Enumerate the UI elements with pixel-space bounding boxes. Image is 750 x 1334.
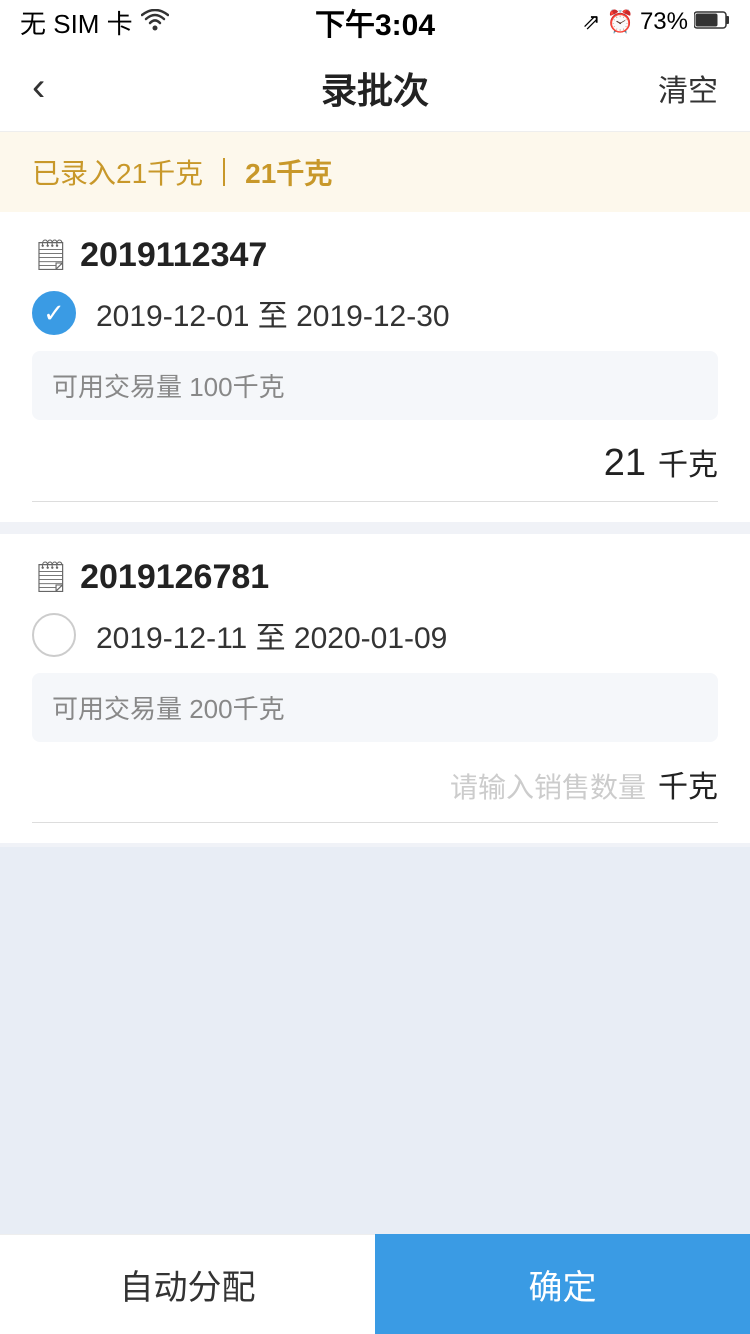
batch-2-date-row[interactable]: 2019-12-11 至 2020-01-09 (32, 613, 718, 657)
batch-1-quantity-row: 21 千克 (0, 420, 750, 485)
batch-2-radio[interactable] (32, 613, 76, 657)
batch-2-date: 2019-12-11 至 2020-01-09 (96, 613, 447, 657)
page-title: 录批次 (321, 62, 429, 114)
status-right: ⇗ ⏰ 73% (582, 8, 730, 36)
back-button[interactable]: ‹ (32, 65, 92, 110)
info-banner: 已录入21千克 21千克 (0, 132, 750, 212)
batch-1-id-row: 🗒 2019112347 (32, 236, 718, 275)
batch-2-icon: 🗒 (32, 560, 70, 595)
batch-2-available: 可用交易量 200千克 (32, 673, 718, 742)
alarm-icon: ⏰ (607, 9, 634, 35)
main-content: 🗒 2019112347 ✓ 2019-12-01 至 2019-12-30 可… (0, 212, 750, 1314)
batch-2-unit: 千克 (658, 762, 718, 806)
auto-distribute-button[interactable]: 自动分配 (0, 1234, 375, 1334)
batch-2-content: 🗒 2019126781 2019-12-11 至 2020-01-09 可用交… (0, 534, 750, 742)
batch-2-bottom-padding (0, 823, 750, 843)
info-divider (223, 158, 225, 186)
batch-1-content: 🗒 2019112347 ✓ 2019-12-01 至 2019-12-30 可… (0, 212, 750, 420)
confirm-button[interactable]: 确定 (375, 1234, 750, 1334)
battery-text: 73% (640, 8, 688, 36)
batch-1-bottom-padding (0, 502, 750, 522)
quantity-input[interactable] (346, 771, 646, 805)
batch-2-id-row: 🗒 2019126781 (32, 558, 718, 597)
batch-2-id: 2019126781 (80, 558, 269, 597)
status-bar: 无 SIM 卡 下午3:04 ⇗ ⏰ 73% (0, 0, 750, 44)
sim-text: 无 SIM 卡 (20, 4, 133, 41)
batch-1-unit: 千克 (658, 440, 718, 484)
nav-bar: ‹ 录批次 清空 (0, 44, 750, 132)
batch-1-date-row[interactable]: ✓ 2019-12-01 至 2019-12-30 (32, 291, 718, 335)
bottom-bar: 自动分配 确定 (0, 1234, 750, 1334)
batch-1-id: 2019112347 (80, 236, 267, 275)
recorded-amount: 21千克 (245, 152, 332, 192)
batch-1-available: 可用交易量 100千克 (32, 351, 718, 420)
batch-card-1: 🗒 2019112347 ✓ 2019-12-01 至 2019-12-30 可… (0, 212, 750, 522)
card-gap (0, 526, 750, 534)
battery-icon (694, 8, 730, 36)
check-icon: ✓ (43, 300, 65, 326)
batch-1-quantity: 21 (604, 442, 646, 485)
batch-2-available-text: 可用交易量 200千克 (52, 694, 285, 724)
status-left: 无 SIM 卡 (20, 4, 169, 41)
recorded-label: 已录入21千克 (32, 152, 203, 192)
batch-1-radio[interactable]: ✓ (32, 291, 76, 335)
batch-1-available-text: 可用交易量 100千克 (52, 372, 285, 402)
wifi-icon (141, 7, 169, 38)
batch-1-date: 2019-12-01 至 2019-12-30 (96, 291, 450, 335)
batch-1-icon: 🗒 (32, 238, 70, 273)
batch-2-input-row[interactable]: 千克 (0, 742, 750, 806)
batch-card-2: 🗒 2019126781 2019-12-11 至 2020-01-09 可用交… (0, 534, 750, 843)
clear-button[interactable]: 清空 (658, 66, 718, 110)
location-icon: ⇗ (582, 9, 600, 35)
status-time: 下午3:04 (315, 0, 435, 44)
